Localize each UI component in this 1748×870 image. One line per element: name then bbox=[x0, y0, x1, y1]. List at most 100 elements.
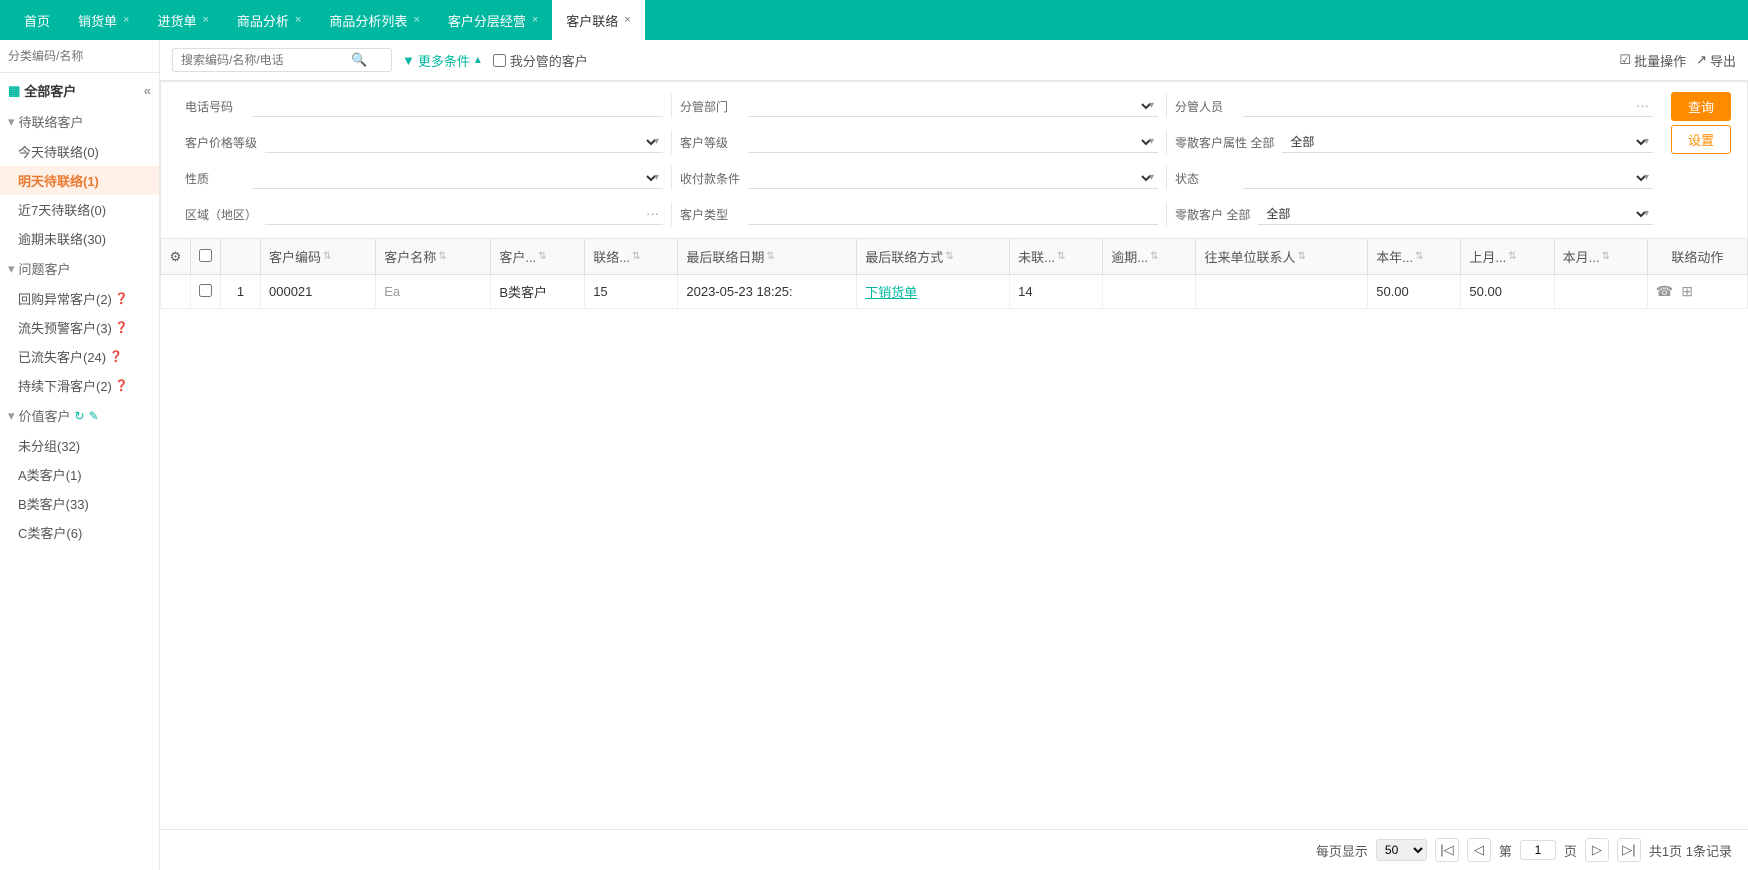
row-check[interactable] bbox=[191, 275, 221, 309]
row-checkbox[interactable] bbox=[199, 284, 212, 297]
sort-icon: ⇅ bbox=[1150, 251, 1158, 262]
sidebar-group-problem-customers[interactable]: ▾ 问题客户 bbox=[0, 253, 159, 284]
batch-btn[interactable]: ☑ 批量操作 bbox=[1619, 51, 1686, 70]
close-icon[interactable]: × bbox=[413, 14, 419, 26]
sidebar-group-value-customers[interactable]: ▾ 价值客户 ↻ ✎ bbox=[0, 400, 159, 431]
sidebar-item-unclassified[interactable]: 未分组(32) bbox=[0, 431, 159, 460]
customer-type-input[interactable] bbox=[748, 203, 1158, 225]
price-level-field[interactable] bbox=[269, 134, 659, 150]
sidebar-search-input[interactable] bbox=[8, 49, 160, 63]
th-type[interactable]: 客户...⇅ bbox=[491, 239, 585, 275]
set-button[interactable]: 设置 bbox=[1671, 125, 1731, 154]
close-icon[interactable]: × bbox=[202, 14, 208, 26]
filter-btn[interactable]: ▼ 更多条件 ▲ bbox=[402, 51, 483, 70]
dept-field[interactable] bbox=[752, 98, 1154, 114]
retail-attr-select[interactable]: 全部 ▾ bbox=[1282, 131, 1653, 153]
sidebar-item-today[interactable]: 今天待联络(0) bbox=[0, 137, 159, 166]
status-select[interactable]: ▾ bbox=[1243, 167, 1653, 189]
collapse-icon[interactable]: « bbox=[144, 83, 151, 98]
th-code[interactable]: 客户编码⇅ bbox=[261, 239, 376, 275]
th-name[interactable]: 客户名称⇅ bbox=[376, 239, 491, 275]
total-label: 共1页 1条记录 bbox=[1649, 841, 1732, 860]
th-this-month[interactable]: 本月...⇅ bbox=[1554, 239, 1647, 275]
close-icon[interactable]: × bbox=[123, 14, 129, 26]
nav-sales[interactable]: 销货单 × bbox=[64, 0, 143, 40]
prev-page-btn[interactable]: ◁ bbox=[1467, 838, 1491, 862]
sidebar-item-week7[interactable]: 近7天待联络(0) bbox=[0, 195, 159, 224]
th-unit-contacts[interactable]: 往来单位联系人⇅ bbox=[1196, 239, 1368, 275]
query-button[interactable]: 查询 bbox=[1671, 92, 1731, 121]
nav-goods-analysis[interactable]: 商品分析 × bbox=[223, 0, 315, 40]
close-icon[interactable]: × bbox=[295, 14, 301, 26]
close-icon[interactable]: × bbox=[624, 14, 630, 26]
sidebar-item-lost[interactable]: 已流失客户(24) ❓ bbox=[0, 342, 159, 371]
retail-attr-field[interactable]: 全部 bbox=[1286, 134, 1649, 150]
payment-field[interactable] bbox=[752, 170, 1154, 186]
action-phone-icon[interactable]: ☎ bbox=[1656, 283, 1673, 300]
chevron-down-icon: ▾ bbox=[1149, 172, 1154, 183]
nav-customer-segment[interactable]: 客户分层经营 × bbox=[434, 0, 552, 40]
sidebar-item-class-b[interactable]: B类客户(33) bbox=[0, 489, 159, 518]
sidebar-item-class-a[interactable]: A类客户(1) bbox=[0, 460, 159, 489]
th-no-contact[interactable]: 未联...⇅ bbox=[1010, 239, 1103, 275]
sidebar-item-tomorrow[interactable]: 明天待联络(1) bbox=[0, 166, 159, 195]
sidebar-item-lost-risk[interactable]: 流失预警客户(3) ❓ bbox=[0, 313, 159, 342]
row-settings bbox=[161, 275, 191, 309]
payment-select[interactable]: ▾ bbox=[748, 167, 1158, 189]
my-customers-checkbox[interactable] bbox=[493, 54, 506, 67]
last-page-btn[interactable]: ▷| bbox=[1617, 838, 1641, 862]
row-no-contact: 14 bbox=[1010, 275, 1103, 309]
status-field[interactable] bbox=[1247, 170, 1649, 186]
row-last-contact-method[interactable]: 下销货单 bbox=[857, 275, 1010, 309]
dept-select[interactable]: ▾ bbox=[748, 95, 1158, 117]
next-page-btn[interactable]: ▷ bbox=[1585, 838, 1609, 862]
per-page-select[interactable]: 50 100 200 bbox=[1376, 839, 1427, 861]
sidebar-item-repurchase-abnormal[interactable]: 回购异常客户(2) ❓ bbox=[0, 284, 159, 313]
price-level-select[interactable]: ▾ bbox=[265, 131, 663, 153]
th-check[interactable] bbox=[191, 239, 221, 275]
th-last-month[interactable]: 上月...⇅ bbox=[1461, 239, 1554, 275]
export-btn[interactable]: ↗ 导出 bbox=[1696, 51, 1736, 70]
filter-actions: 查询 设置 bbox=[1671, 92, 1731, 228]
retail-customer-select[interactable]: 全部 ▾ bbox=[1258, 203, 1653, 225]
batch-icon: ☑ bbox=[1619, 52, 1631, 68]
phone-field[interactable] bbox=[257, 99, 659, 113]
my-customers-checkbox-label[interactable]: 我分管的客户 bbox=[493, 51, 588, 70]
edit-icon[interactable]: ✎ bbox=[89, 409, 99, 423]
action-grid-icon[interactable]: ⊞ bbox=[1681, 283, 1693, 300]
region-input[interactable]: ··· bbox=[265, 203, 663, 225]
refresh-icon[interactable]: ↻ bbox=[75, 409, 85, 423]
th-last-contact-method[interactable]: 最后联络方式⇅ bbox=[857, 239, 1010, 275]
phone-input[interactable] bbox=[253, 95, 663, 117]
nav-home[interactable]: 首页 bbox=[10, 0, 64, 40]
row-code: 000021 bbox=[261, 275, 376, 309]
nature-select[interactable]: ▾ bbox=[253, 167, 663, 189]
customer-type-field[interactable] bbox=[752, 207, 1154, 221]
nav-customer-contact[interactable]: 客户联络 × bbox=[552, 0, 644, 40]
filter-panel: 电话号码 分管部门 ▾ bbox=[160, 81, 1748, 239]
sidebar-item-overdue[interactable]: 逾期未联络(30) bbox=[0, 224, 159, 253]
first-page-btn[interactable]: |◁ bbox=[1435, 838, 1459, 862]
nature-field[interactable] bbox=[257, 170, 659, 186]
close-icon[interactable]: × bbox=[532, 14, 538, 26]
th-contacts[interactable]: 联络...⇅ bbox=[585, 239, 678, 275]
nav-purchase[interactable]: 进货单 × bbox=[143, 0, 222, 40]
search-btn[interactable]: 🔍 bbox=[351, 52, 367, 68]
sidebar-group-pending-contact[interactable]: ▾ 待联络客户 bbox=[0, 106, 159, 137]
sidebar-item-declining[interactable]: 持续下滑客户(2) ❓ bbox=[0, 371, 159, 400]
all-customers-title[interactable]: ▦ 全部客户 « bbox=[0, 73, 159, 106]
page-input[interactable] bbox=[1520, 840, 1556, 860]
th-this-year[interactable]: 本年...⇅ bbox=[1368, 239, 1461, 275]
customer-level-select[interactable]: ▾ bbox=[748, 131, 1158, 153]
th-overdue[interactable]: 逾期...⇅ bbox=[1103, 239, 1196, 275]
person-input[interactable]: ··· bbox=[1243, 95, 1653, 117]
retail-customer-field[interactable]: 全部 bbox=[1262, 206, 1649, 222]
customer-level-field[interactable] bbox=[752, 134, 1154, 150]
nav-goods-analysis-list[interactable]: 商品分析列表 × bbox=[315, 0, 433, 40]
sidebar-item-class-c[interactable]: C类客户(6) bbox=[0, 518, 159, 547]
search-input[interactable] bbox=[181, 53, 351, 67]
check-all[interactable] bbox=[199, 249, 212, 262]
th-last-contact-date[interactable]: 最后联络日期⇅ bbox=[678, 239, 857, 275]
per-page-label: 每页显示 bbox=[1316, 841, 1368, 860]
th-settings[interactable]: ⚙ bbox=[161, 239, 191, 275]
